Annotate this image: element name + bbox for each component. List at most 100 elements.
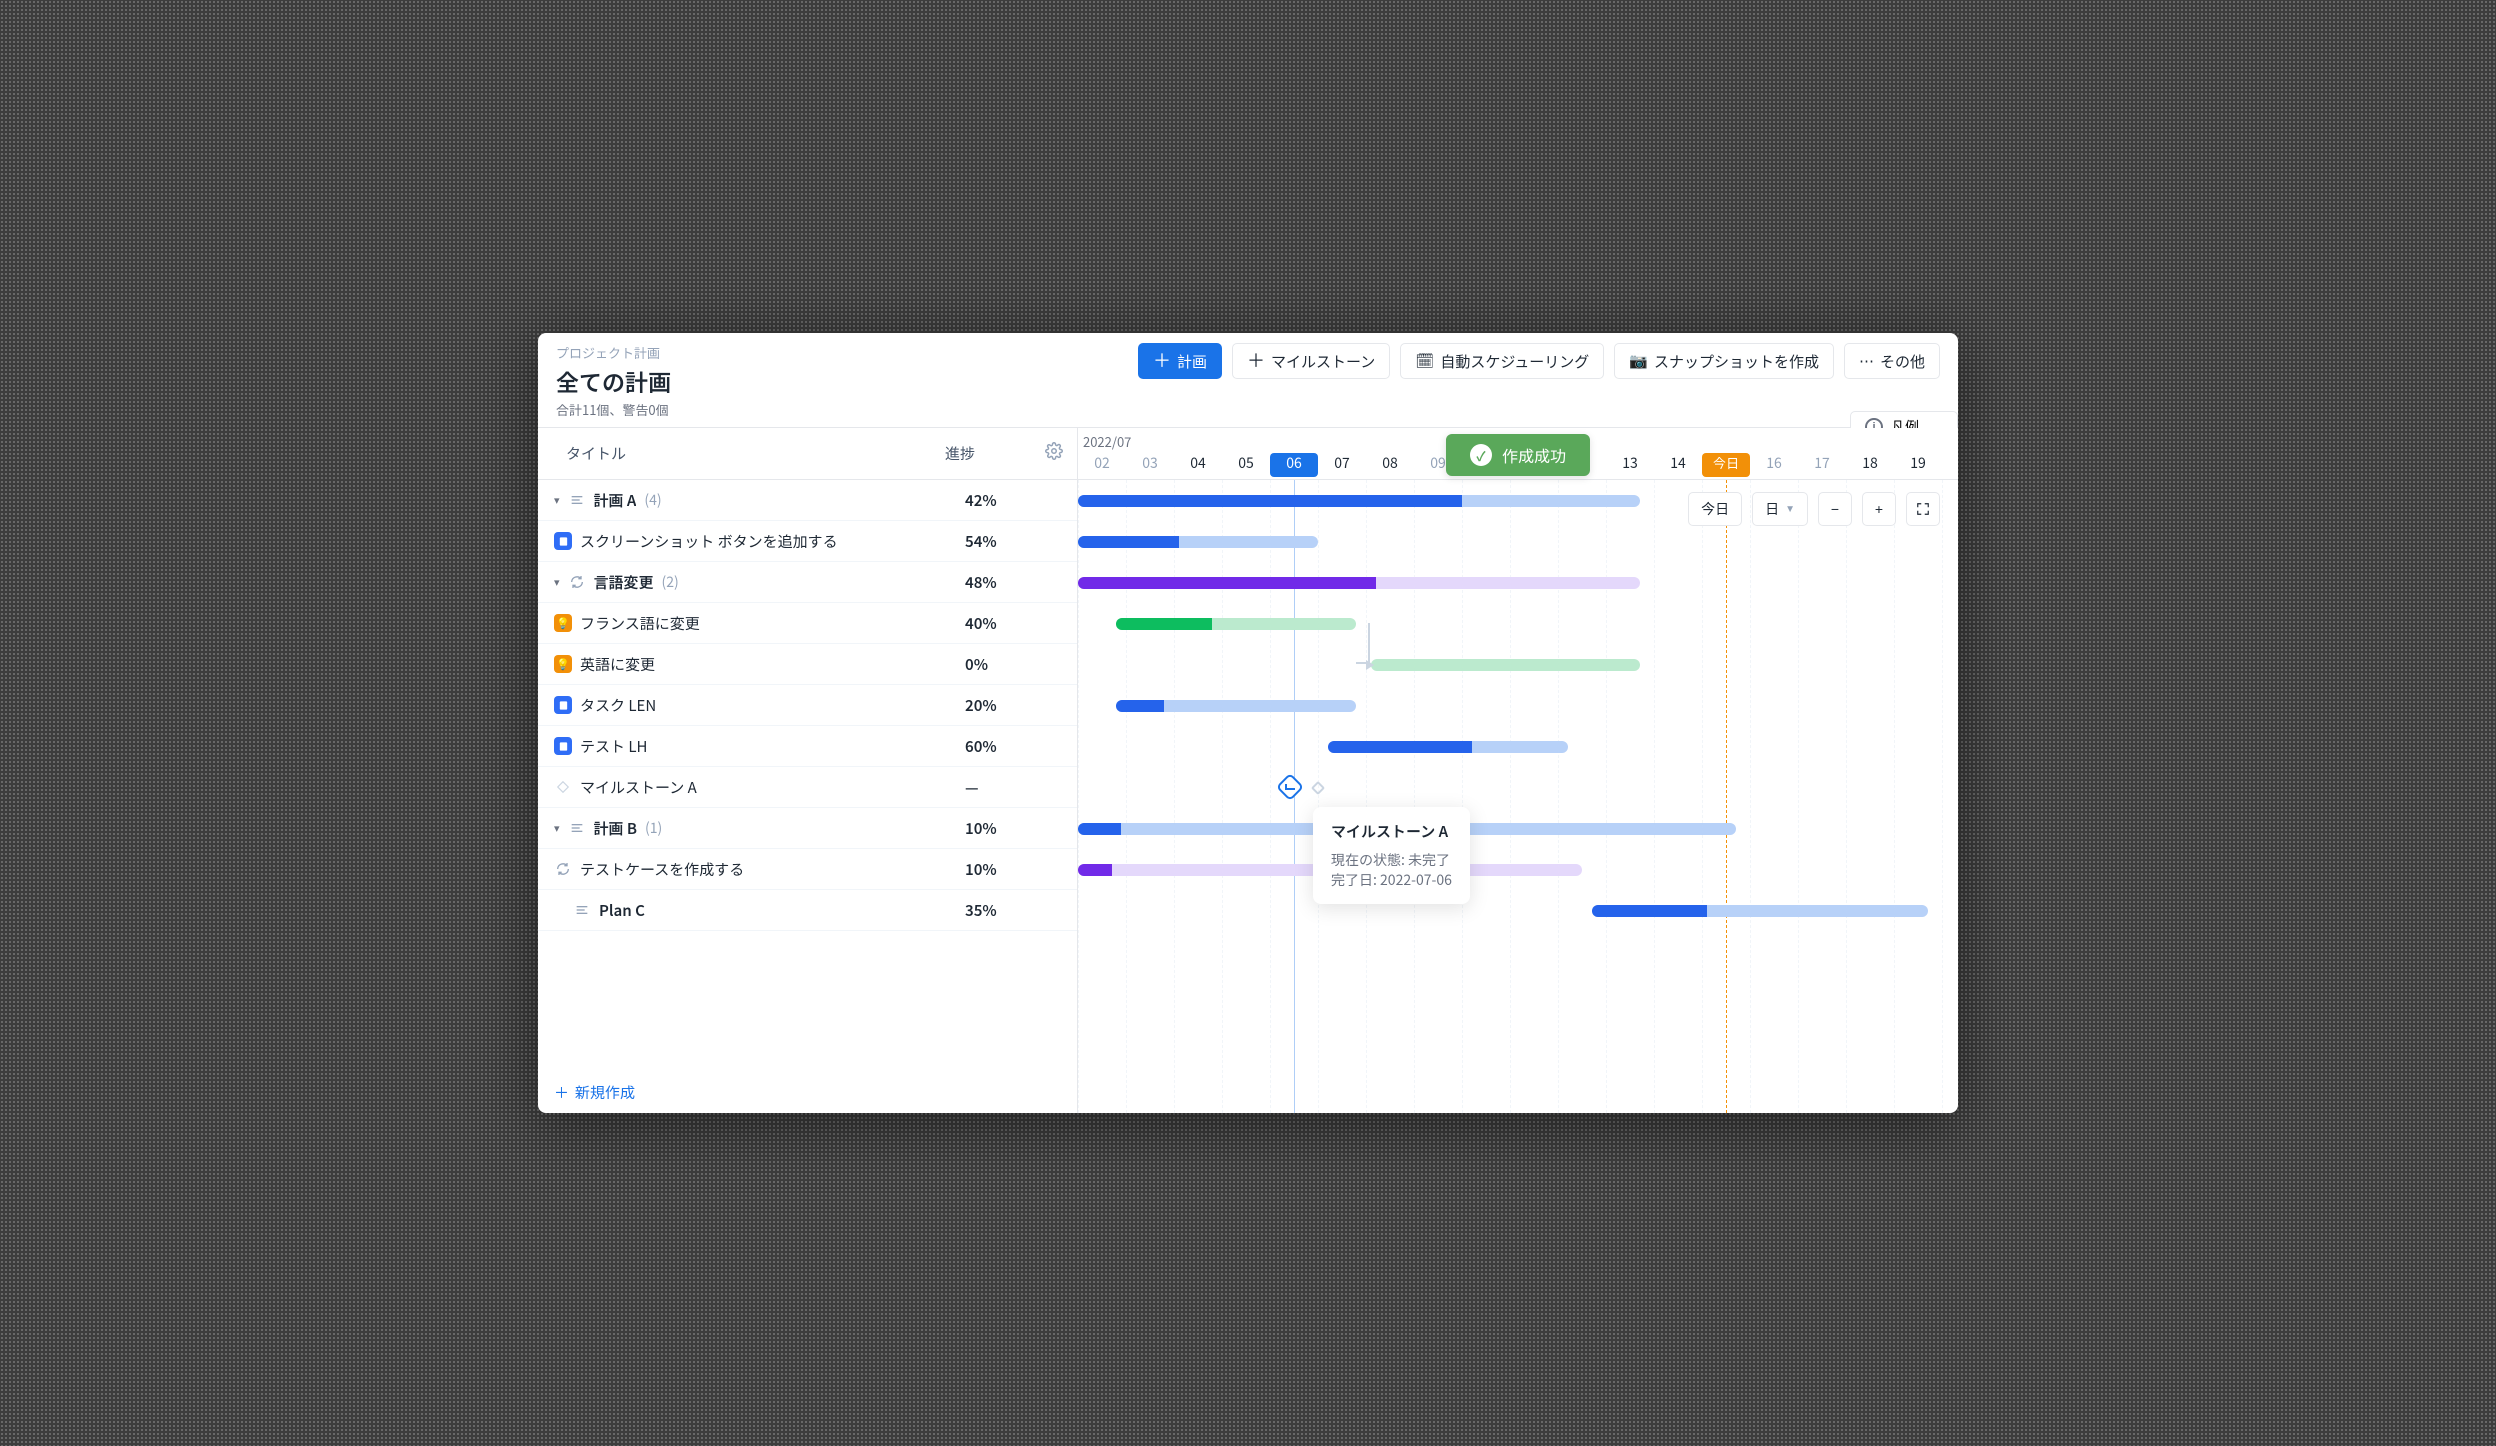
arrow-icon	[1366, 660, 1374, 670]
doc-icon	[554, 532, 572, 550]
gear-icon[interactable]	[1045, 442, 1063, 465]
column-progress[interactable]: 進捗	[945, 443, 1045, 464]
day-cell[interactable]: 03	[1126, 453, 1174, 477]
gantt-row[interactable]	[1078, 644, 1958, 685]
gantt-bar[interactable]	[1078, 495, 1640, 507]
gantt-row[interactable]	[1078, 521, 1958, 562]
task-name: スクリーンショット ボタンを追加する	[580, 531, 838, 552]
more-button[interactable]: ⋯ その他	[1844, 343, 1940, 379]
gantt-bar[interactable]	[1116, 700, 1356, 712]
table-row[interactable]: 💡英語に変更0%	[538, 644, 1077, 685]
create-milestone-button[interactable]: ＋ マイルストーン	[1232, 343, 1390, 379]
ellipsis-icon: ⋯	[1859, 352, 1874, 370]
recyc-icon	[554, 860, 572, 878]
bars-icon	[573, 901, 591, 919]
add-new-button[interactable]: ＋ 新規作成	[538, 1071, 1077, 1113]
milestone-tooltip: マイルストーン A現在の状態: 未完了完了日: 2022-07-06	[1313, 807, 1470, 904]
gantt-row[interactable]	[1078, 685, 1958, 726]
gantt-bar[interactable]	[1078, 577, 1640, 589]
task-name: タスク LEN	[580, 695, 656, 716]
chevron-down-icon[interactable]: ▾	[554, 492, 560, 508]
gantt-bar[interactable]	[1078, 536, 1318, 548]
child-count: (1)	[645, 818, 662, 838]
task-name: 計画 B	[594, 818, 638, 839]
diamond-icon	[554, 778, 572, 796]
task-name: フランス語に変更	[580, 613, 700, 634]
gantt-row[interactable]	[1078, 726, 1958, 767]
table-header: タイトル 進捗	[538, 428, 1077, 480]
month-label: 2022/07	[1083, 432, 1131, 451]
bulb-icon: 💡	[554, 614, 572, 632]
day-cell[interactable]: 04	[1174, 453, 1222, 477]
day-cell[interactable]: 今日	[1702, 453, 1750, 477]
column-title[interactable]: タイトル	[552, 443, 945, 464]
table-row[interactable]: タスク LEN20%	[538, 685, 1077, 726]
gantt-row[interactable]	[1078, 808, 1958, 849]
tooltip-title: マイルストーン A	[1331, 821, 1452, 842]
table-row[interactable]: ▾計画 B(1)10%	[538, 808, 1077, 849]
bulb-icon: 💡	[554, 655, 572, 673]
table-row[interactable]: ▾言語変更(2)48%	[538, 562, 1077, 603]
chevron-down-icon[interactable]: ▾	[554, 574, 560, 590]
zoom-out-button[interactable]: −	[1818, 492, 1852, 526]
day-cell[interactable]: 20	[1942, 453, 1958, 477]
task-name: 言語変更	[594, 572, 654, 593]
table-row[interactable]: 💡 フランス語に変更 40%	[538, 603, 1077, 644]
plus-icon: ＋	[554, 1082, 569, 1103]
doc-icon	[554, 737, 572, 755]
table-row[interactable]: マイルストーン A—	[538, 767, 1077, 808]
day-cell[interactable]: 14	[1654, 453, 1702, 477]
gantt-area[interactable]: マイルストーン A現在の状態: 未完了完了日: 2022-07-06	[1078, 480, 1958, 1113]
day-cell[interactable]: 17	[1798, 453, 1846, 477]
gantt-row[interactable]	[1078, 562, 1958, 603]
recyc-icon	[568, 573, 586, 591]
day-cell[interactable]: 07	[1318, 453, 1366, 477]
today-button[interactable]: 今日	[1688, 492, 1742, 526]
gantt-bar[interactable]	[1328, 741, 1568, 753]
child-count: (2)	[662, 572, 679, 592]
chevron-down-icon[interactable]: ▾	[554, 820, 560, 836]
gantt-bar[interactable]	[1592, 905, 1928, 917]
header: プロジェクト計画 全ての計画 合計11個、警告0個 ＋ 計画 ＋ マイルストーン…	[538, 333, 1958, 428]
unit-select[interactable]: 日 ▼	[1752, 492, 1808, 526]
table-row[interactable]: Plan C35%	[538, 890, 1077, 931]
day-cell[interactable]: 06	[1270, 453, 1318, 477]
table-row[interactable]: テスト LH60%	[538, 726, 1077, 767]
table-row[interactable]: テストケースを作成する10%	[538, 849, 1077, 890]
progress-value: 35%	[965, 900, 1077, 921]
day-cell[interactable]: 19	[1894, 453, 1942, 477]
camera-icon: 📷	[1629, 352, 1648, 370]
gantt-row[interactable]	[1078, 849, 1958, 890]
table-row[interactable]: ▾計画 A(4)42%	[538, 480, 1077, 521]
progress-value: —	[965, 777, 1077, 798]
auto-schedule-button[interactable]: 🗓 自動スケジューリング	[1400, 343, 1604, 379]
snapshot-button[interactable]: 📷 スナップショットを作成	[1614, 343, 1834, 379]
gantt-panel: ✓ 作成成功 2022/07 0203040506070809101112131…	[1078, 428, 1958, 1113]
day-cell[interactable]: 18	[1846, 453, 1894, 477]
bars-icon	[568, 819, 586, 837]
gantt-bar[interactable]	[1371, 659, 1640, 671]
gantt-row[interactable]	[1078, 890, 1958, 931]
bars-icon	[568, 491, 586, 509]
create-plan-button[interactable]: ＋ 計画	[1138, 343, 1222, 379]
progress-value: 42%	[965, 490, 1077, 511]
day-cell[interactable]: 08	[1366, 453, 1414, 477]
check-icon: ✓	[1470, 444, 1492, 466]
progress-value: 40%	[965, 613, 1077, 634]
gantt-row[interactable]	[1078, 603, 1958, 644]
day-cell[interactable]: 05	[1222, 453, 1270, 477]
day-cell[interactable]: 16	[1750, 453, 1798, 477]
fullscreen-button[interactable]	[1906, 492, 1940, 526]
day-cell[interactable]: 13	[1606, 453, 1654, 477]
task-name: 計画 A	[594, 490, 637, 511]
day-cell[interactable]: 02	[1078, 453, 1126, 477]
milestone-marker[interactable]	[1275, 773, 1303, 801]
task-list-panel: タイトル 進捗 ▾計画 A(4)42%スクリーンショット ボタンを追加する54%…	[538, 428, 1078, 1113]
gantt-row[interactable]	[1078, 767, 1958, 808]
table-row[interactable]: スクリーンショット ボタンを追加する54%	[538, 521, 1077, 562]
gantt-bar[interactable]	[1116, 618, 1356, 630]
breadcrumb[interactable]: プロジェクト計画	[556, 343, 671, 362]
progress-value: 10%	[965, 859, 1077, 880]
plus-icon: ＋	[1247, 352, 1265, 370]
zoom-in-button[interactable]: +	[1862, 492, 1896, 526]
